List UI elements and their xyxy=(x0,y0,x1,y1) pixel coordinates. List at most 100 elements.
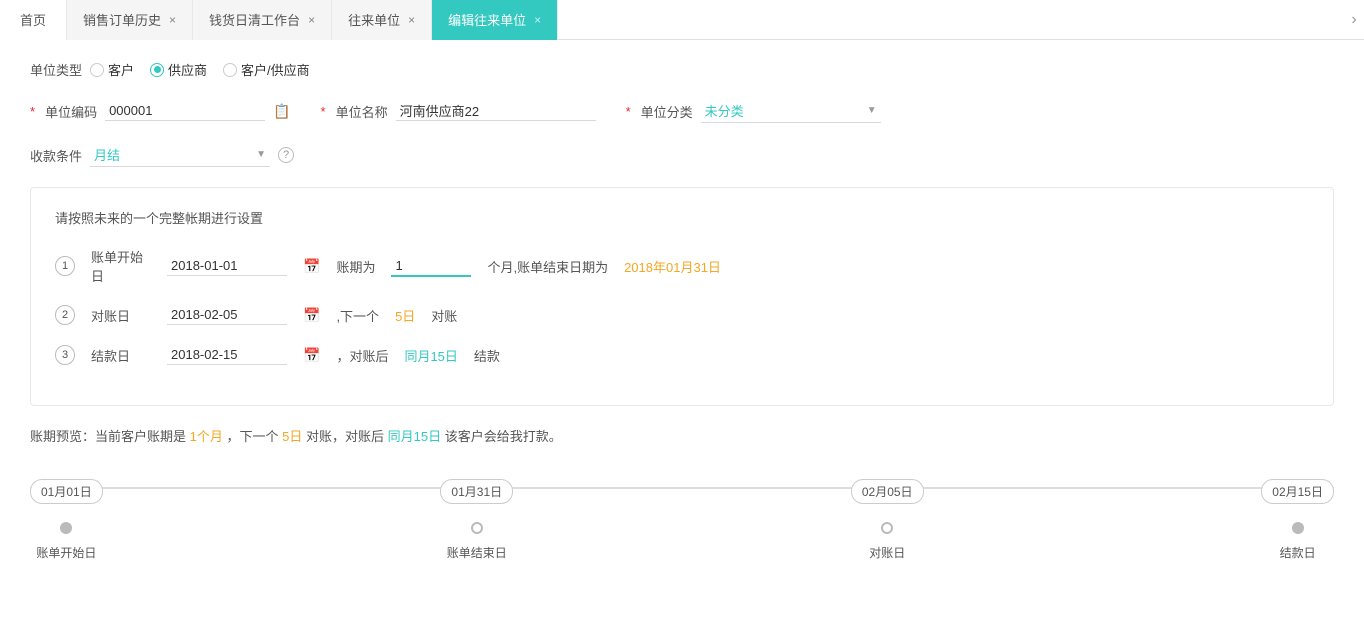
timeline-points: 01月01日 账单开始日 01月31日 账单结束日 02月05日 对账日 02月… xyxy=(30,479,1334,561)
tl-point-1: 01月31日 账单结束日 xyxy=(440,479,513,561)
cat-label: 单位分类 xyxy=(641,102,693,121)
preview-section: 账期预览：当前客户账期是 1个月 ，下一个 5日 对账，对账后 同月15日 该客… xyxy=(30,426,1334,445)
row1-cal-icon[interactable]: 📅 xyxy=(303,258,320,275)
row3-cal-icon[interactable]: 📅 xyxy=(303,347,320,364)
radio-both[interactable]: 客户/供应商 xyxy=(223,60,310,79)
card-title: 请按照未来的一个完整帐期进行设置 xyxy=(55,208,1309,227)
tl-dot-2 xyxy=(881,522,893,534)
category-group: * 单位分类 未分类 ▼ xyxy=(626,99,881,123)
payment-group: 收款条件 月结 ▼ ? xyxy=(30,143,294,167)
row3-prefix: ，对账后 xyxy=(336,346,388,365)
tab-edit-partner[interactable]: 编辑往来单位 × xyxy=(432,0,558,40)
radio-supplier-circle xyxy=(150,63,164,77)
code-input[interactable] xyxy=(105,101,265,121)
tl-point-3: 02月15日 结款日 xyxy=(1261,479,1334,561)
preview-part3: 同月15日 xyxy=(388,429,441,444)
tab-edit-partner-label: 编辑往来单位 xyxy=(448,10,526,29)
settings-card: 请按照未来的一个完整帐期进行设置 1 账单开始日 📅 账期为 个月,账单结束日期… xyxy=(30,187,1334,406)
row3-suffix: 结款 xyxy=(474,346,500,365)
name-group: * 单位名称 xyxy=(321,101,596,121)
tl-badge-0: 01月01日 xyxy=(30,479,103,504)
row1-period-input[interactable] xyxy=(391,256,471,277)
row2-date-input[interactable] xyxy=(167,305,287,325)
code-name-row: * 单位编码 📋 * 单位名称 * 单位分类 未分类 ▼ xyxy=(30,99,1334,123)
radio-both-label: 客户/供应商 xyxy=(241,60,310,79)
setting-row-3: 3 结款日 📅 ，对账后 同月15日 结款 xyxy=(55,345,1309,365)
tl-dot-1 xyxy=(471,522,483,534)
tl-point-2: 02月05日 对账日 xyxy=(851,479,924,561)
radio-customer-label: 客户 xyxy=(108,60,134,79)
payment-row: 收款条件 月结 ▼ ? xyxy=(30,143,1334,167)
name-label: 单位名称 xyxy=(336,102,388,121)
preview-prefix: 账期预览：当前客户账期是 xyxy=(30,429,186,444)
payment-label: 收款条件 xyxy=(30,146,82,165)
tab-partner[interactable]: 往来单位 × xyxy=(332,0,432,40)
preview-suffix: 该客户会给我打款。 xyxy=(445,429,562,444)
row2-suffix: 对账 xyxy=(431,306,457,325)
setting-row-2: 2 对账日 📅 ,下一个 5日 对账 xyxy=(55,305,1309,325)
payment-help-icon[interactable]: ? xyxy=(278,147,294,163)
radio-both-circle xyxy=(223,63,237,77)
cat-select-arrow: ▼ xyxy=(867,105,877,116)
tl-dot-3 xyxy=(1292,522,1304,534)
tab-cashflow[interactable]: 钱货日清工作台 × xyxy=(193,0,332,40)
row1-suffix-text: 个月,账单结束日期为 xyxy=(487,257,608,276)
preview-part1: 1个月 xyxy=(190,429,223,444)
row3-highlight: 同月15日 xyxy=(404,346,457,365)
tab-cashflow-label: 钱货日清工作台 xyxy=(209,10,300,29)
row2-highlight: 5日 xyxy=(395,306,415,325)
page-content: 单位类型 客户 供应商 客户/供应商 * 单位编码 xyxy=(0,40,1364,621)
tab-partner-label: 往来单位 xyxy=(348,10,400,29)
code-group: * 单位编码 📋 xyxy=(30,101,291,121)
payment-select-arrow: ▼ xyxy=(256,149,266,160)
cat-select[interactable]: 未分类 ▼ xyxy=(701,99,881,123)
payment-select[interactable]: 月结 ▼ xyxy=(90,143,270,167)
preview-mid2: 对账，对账后 xyxy=(306,429,384,444)
tl-label-1: 账单结束日 xyxy=(447,544,507,561)
row2-cal-icon[interactable]: 📅 xyxy=(303,307,320,324)
tabs-bar: 首页 销售订单历史 × 钱货日清工作台 × 往来单位 × 编辑往来单位 × › xyxy=(0,0,1364,40)
radio-customer-circle xyxy=(90,63,104,77)
row3-date-input[interactable] xyxy=(167,345,287,365)
tl-label-2: 对账日 xyxy=(869,544,905,561)
radio-supplier[interactable]: 供应商 xyxy=(150,60,207,79)
tab-home-label: 首页 xyxy=(20,10,46,29)
row-num-3: 3 xyxy=(55,345,75,365)
tab-sales-label: 销售订单历史 xyxy=(83,10,161,29)
tab-home[interactable]: 首页 xyxy=(0,0,67,40)
tl-label-0: 账单开始日 xyxy=(36,544,96,561)
row1-date-input[interactable] xyxy=(167,256,287,276)
row2-label: 对账日 xyxy=(91,306,151,325)
row-num-2: 2 xyxy=(55,305,75,325)
row1-label: 账单开始日 xyxy=(91,247,151,285)
row-num-1: 1 xyxy=(55,256,75,276)
preview-part2: 5日 xyxy=(282,429,302,444)
cat-star: * xyxy=(626,104,631,119)
tab-edit-partner-close[interactable]: × xyxy=(534,13,541,27)
name-input[interactable] xyxy=(396,101,596,121)
tab-cashflow-close[interactable]: × xyxy=(308,13,315,27)
code-star: * xyxy=(30,104,35,119)
tl-badge-3: 02月15日 xyxy=(1261,479,1334,504)
radio-customer[interactable]: 客户 xyxy=(90,60,134,79)
timeline: 01月01日 账单开始日 01月31日 账单结束日 02月05日 对账日 02月… xyxy=(30,469,1334,601)
unit-type-label: 单位类型 xyxy=(30,60,82,79)
payment-select-value: 月结 xyxy=(94,145,256,164)
tab-sales-close[interactable]: × xyxy=(169,13,176,27)
tl-dot-0 xyxy=(60,522,72,534)
tl-point-0: 01月01日 账单开始日 xyxy=(30,479,103,561)
unit-type-group: 单位类型 客户 供应商 客户/供应商 xyxy=(30,60,310,79)
row3-label: 结款日 xyxy=(91,346,151,365)
tabs-expand-btn[interactable]: › xyxy=(1344,0,1364,40)
radio-supplier-label: 供应商 xyxy=(168,60,207,79)
row2-prefix: ,下一个 xyxy=(336,306,379,325)
tab-partner-close[interactable]: × xyxy=(408,13,415,27)
row1-highlight-date: 2018年01月31日 xyxy=(624,257,721,276)
tl-badge-2: 02月05日 xyxy=(851,479,924,504)
code-calendar-icon[interactable]: 📋 xyxy=(273,103,290,120)
tab-sales-history[interactable]: 销售订单历史 × xyxy=(67,0,193,40)
row1-mid-text: 账期为 xyxy=(336,257,375,276)
name-star: * xyxy=(321,104,326,119)
preview-mid1: ，下一个 xyxy=(227,429,279,444)
tl-label-3: 结款日 xyxy=(1280,544,1316,561)
